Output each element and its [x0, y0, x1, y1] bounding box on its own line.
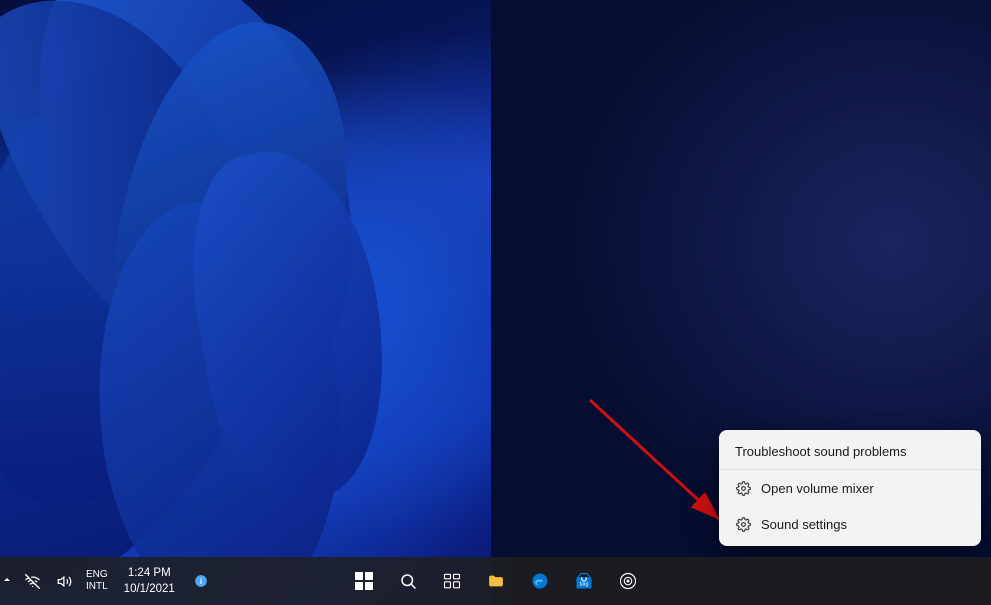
taskbar-file-explorer-button[interactable] — [476, 561, 516, 601]
taskbar-search-button[interactable] — [388, 561, 428, 601]
svg-text:bag: bag — [579, 582, 588, 588]
sound-icon[interactable] — [50, 563, 78, 599]
system-clock[interactable]: 1:24 PM 10/1/2021 — [116, 561, 183, 601]
taskbar-taskview-button[interactable] — [432, 561, 472, 601]
gear-icon-sound — [735, 516, 751, 532]
volume-mixer-label: Open volume mixer — [761, 481, 874, 496]
menu-item-volume-mixer[interactable]: Open volume mixer — [719, 470, 981, 506]
network-icon[interactable] — [18, 563, 46, 599]
gear-icon-volume — [735, 480, 751, 496]
taskbar-center: bag — [344, 561, 648, 601]
taskbar: bag — [0, 557, 991, 605]
taskbar-edge-button[interactable] — [520, 561, 560, 601]
troubleshoot-label: Troubleshoot sound problems — [735, 444, 907, 459]
lang-line1: ENG — [86, 569, 108, 581]
tray-chevron[interactable] — [0, 575, 14, 588]
language-indicator[interactable]: ENG INTL — [82, 561, 112, 601]
menu-item-sound-settings[interactable]: Sound settings — [719, 506, 981, 542]
lang-line2: INTL — [86, 581, 108, 593]
clock-date: 10/1/2021 — [124, 581, 175, 597]
menu-item-troubleshoot[interactable]: Troubleshoot sound problems — [719, 434, 981, 470]
taskbar-store-button[interactable]: bag — [564, 561, 604, 601]
context-menu: Troubleshoot sound problems Open volume … — [719, 430, 981, 546]
taskbar-right: ENG INTL 1:24 PM 10/1/2021 i — [0, 561, 223, 601]
clock-time: 1:24 PM — [128, 565, 171, 581]
taskbar-start-button[interactable] — [344, 561, 384, 601]
svg-text:i: i — [200, 577, 202, 586]
desktop: Troubleshoot sound problems Open volume … — [0, 0, 991, 605]
notification-button[interactable]: i — [187, 563, 215, 599]
sound-settings-label: Sound settings — [761, 517, 847, 532]
taskbar-cortana-button[interactable] — [608, 561, 648, 601]
